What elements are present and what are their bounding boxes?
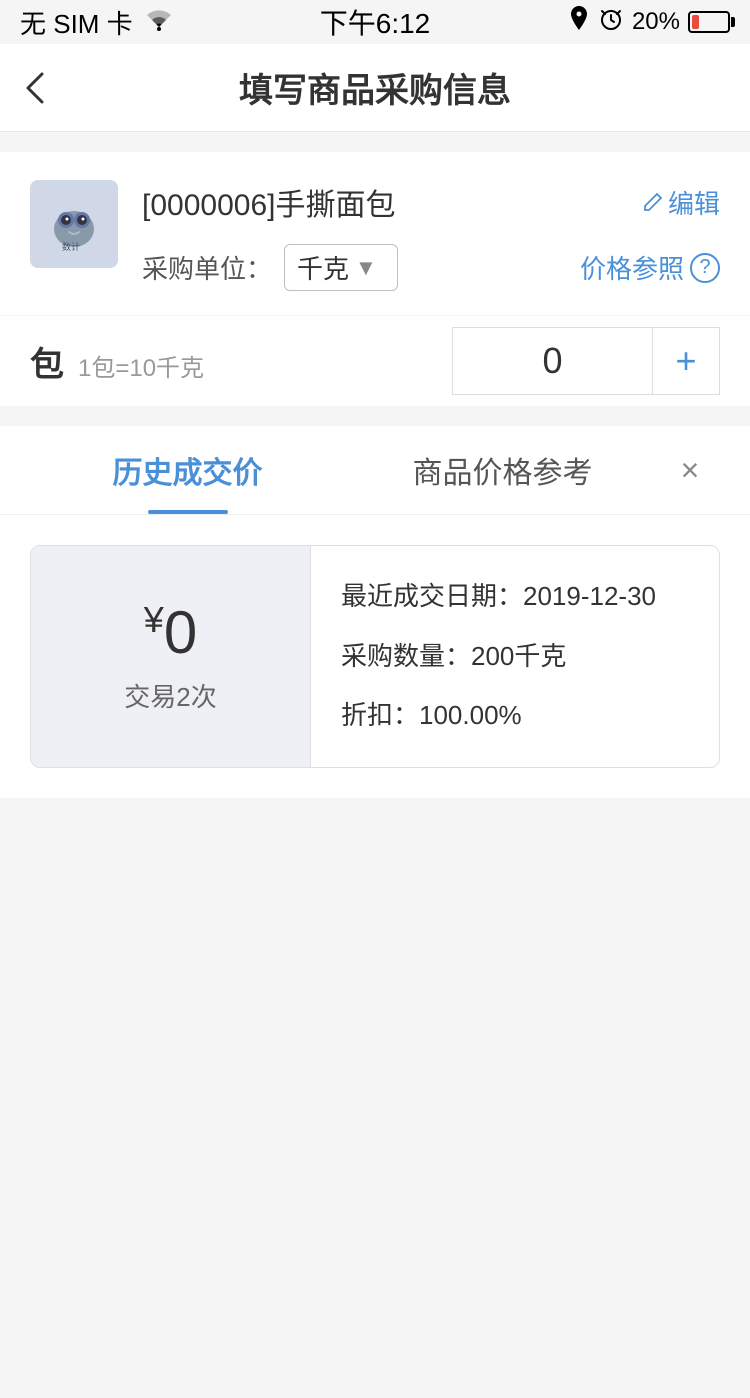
status-bar: 无 SIM 卡 下午6:12 20% (0, 0, 750, 44)
discount-row: 折扣：100.00% (341, 695, 689, 737)
page-title: 填写商品采购信息 (239, 63, 511, 112)
product-name: [0000006]手撕面包 (142, 180, 395, 224)
latest-date-value: 2019-12-30 (523, 581, 656, 611)
battery-indicator (688, 11, 730, 33)
tab-section: 历史成交价 商品价格参考 × ¥0 交易2次 最近成交日期：2019-12-30 (0, 426, 750, 798)
price-ref-button[interactable]: 价格参照 ? (580, 249, 720, 286)
edit-button[interactable]: 编辑 (642, 184, 720, 221)
quantity-value: 0 (542, 340, 562, 382)
tab-history-price[interactable]: 历史成交价 (30, 426, 345, 514)
quantity-section: 包 1包=10千克 0 + (0, 316, 750, 406)
quantity-input[interactable]: 0 (452, 327, 652, 395)
currency-symbol: ¥ (144, 599, 164, 640)
price-card-right: 最近成交日期：2019-12-30 采购数量：200千克 折扣：100.00% (311, 546, 719, 767)
discount-value: 100.00% (419, 700, 522, 730)
unit-label: 采购单位： (142, 249, 272, 286)
price-card-left: ¥0 交易2次 (31, 546, 311, 767)
unit-text: 包 (30, 337, 64, 386)
battery-percent: 20% (632, 8, 680, 36)
latest-date-row: 最近成交日期：2019-12-30 (341, 576, 689, 618)
quantity-label: 包 1包=10千克 (30, 337, 204, 386)
status-left: 无 SIM 卡 (20, 4, 175, 41)
product-info: [0000006]手撕面包 编辑 采购单位： 千克 ▼ 价格 (142, 180, 720, 291)
price-card: ¥0 交易2次 最近成交日期：2019-12-30 采购数量：200千克 折扣：… (30, 545, 720, 768)
tab-bar: 历史成交价 商品价格参考 × (0, 426, 750, 515)
quantity-plus-button[interactable]: + (652, 327, 720, 395)
tab-history-label: 历史成交价 (113, 448, 263, 492)
bottom-space (0, 798, 750, 1398)
status-time: 下午6:12 (320, 2, 431, 42)
quantity-input-group: 0 + (452, 327, 720, 395)
purchase-qty-label: 采购数量： (341, 641, 471, 671)
price-ref-label: 价格参照 (580, 249, 684, 286)
unit-value: 千克 (297, 249, 349, 286)
wifi-icon (143, 7, 175, 38)
alarm-icon (598, 6, 624, 39)
nav-bar: 填写商品采购信息 (0, 44, 750, 132)
price-card-section: ¥0 交易2次 最近成交日期：2019-12-30 采购数量：200千克 折扣：… (0, 515, 750, 798)
location-icon (568, 6, 590, 39)
purchase-qty-value: 200千克 (471, 641, 566, 671)
latest-date-label: 最近成交日期： (341, 581, 523, 611)
price-main: ¥0 (144, 598, 197, 667)
product-card: 数计 [0000006]手撕面包 编辑 采购单位： 千克 ▼ (0, 152, 750, 315)
product-thumbnail: 数计 (30, 180, 118, 268)
dropdown-arrow-icon: ▼ (355, 255, 377, 281)
svg-text:数计: 数计 (62, 241, 80, 252)
carrier-text: 无 SIM 卡 (20, 4, 133, 41)
back-button[interactable] (24, 70, 46, 106)
conversion-text: 1包=10千克 (78, 348, 204, 383)
discount-label: 折扣： (341, 700, 419, 730)
purchase-qty-row: 采购数量：200千克 (341, 636, 689, 678)
status-right: 20% (568, 6, 730, 39)
tab-active-indicator (148, 510, 228, 514)
unit-select-dropdown[interactable]: 千克 ▼ (284, 244, 398, 291)
price-value: 0 (164, 599, 197, 666)
tab-product-price-ref[interactable]: 商品价格参考 (345, 426, 660, 514)
help-icon: ? (690, 253, 720, 283)
tab-close-button[interactable]: × (660, 426, 720, 514)
transactions-count: 交易2次 (124, 677, 216, 714)
tab-price-ref-label: 商品价格参考 (413, 448, 593, 492)
